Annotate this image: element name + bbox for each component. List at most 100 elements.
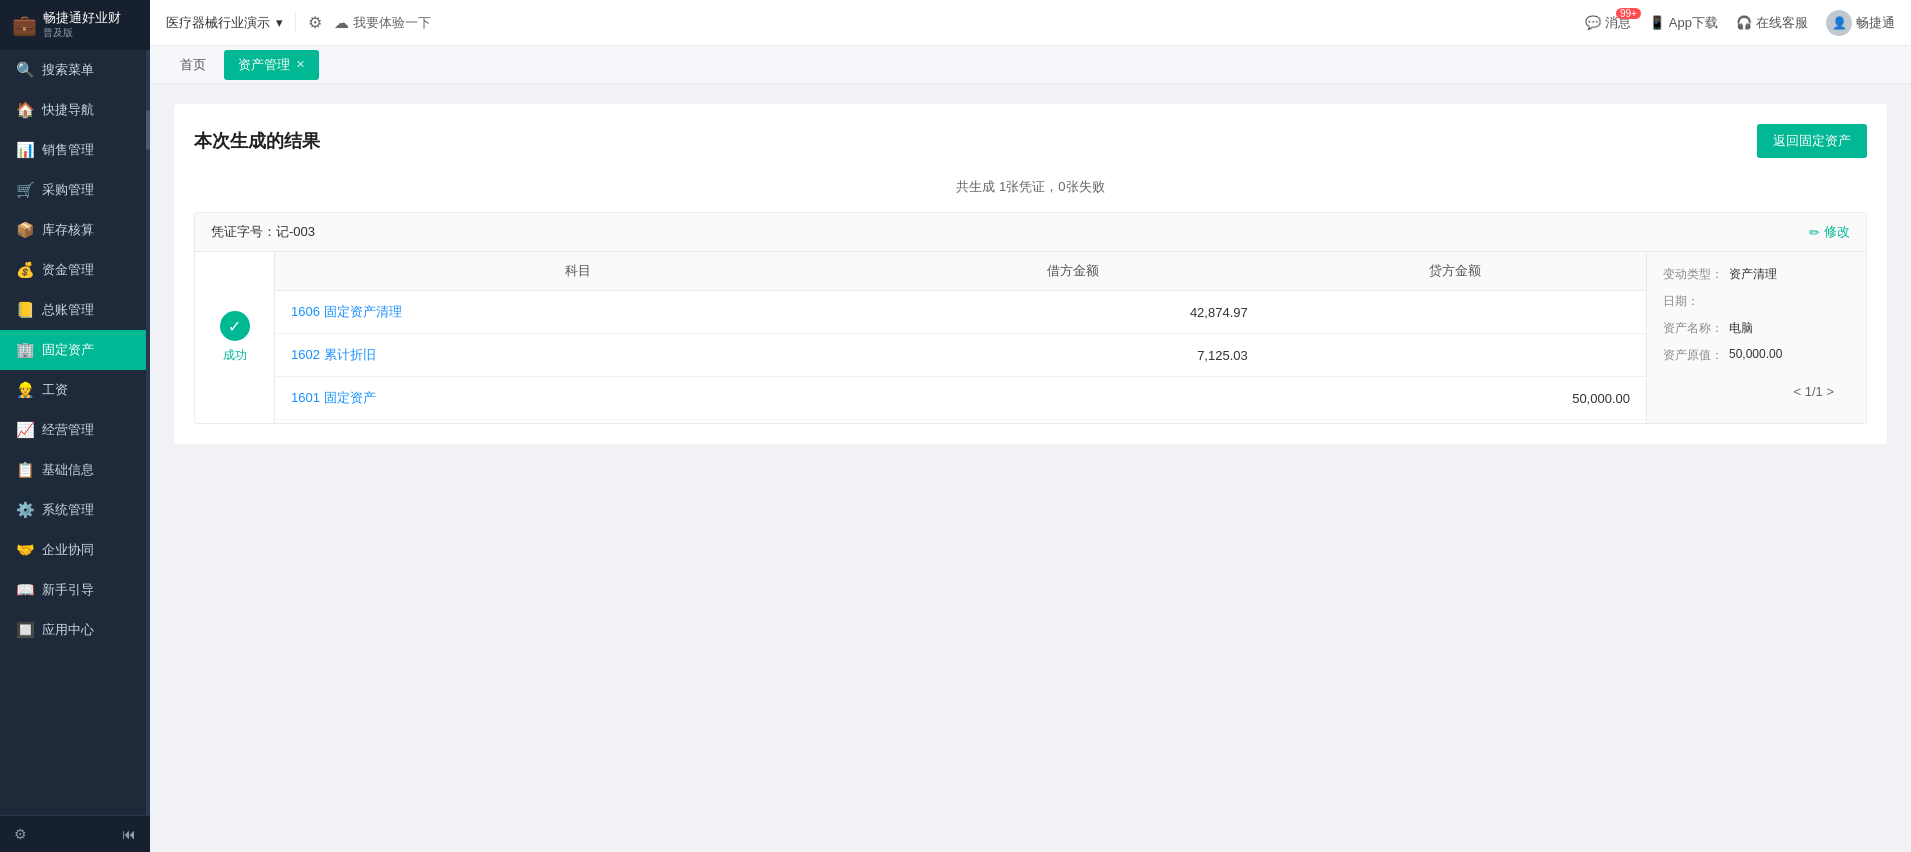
sidebar-item-purchase[interactable]: 🛒 采购管理 (0, 170, 146, 210)
edit-icon: ✏ (1809, 225, 1820, 240)
main-area: 医疗器械行业演示 ▾ ⚙ ☁ 我要体验一下 💬 消息 99+ 📱 App下载 🎧… (150, 0, 1911, 852)
table-row: 1602 累计折旧 7,125.03 (275, 334, 1646, 377)
ledger-icon: 📒 (16, 301, 34, 319)
page-title-row: 本次生成的结果 返回固定资产 (194, 124, 1867, 158)
voucher-section: 凭证字号：记-003 ✏ 修改 ✓ 成功 (194, 212, 1867, 424)
app-download-label: App下载 (1669, 14, 1718, 32)
asset-name-value: 电脑 (1729, 320, 1753, 337)
sidebar-item-label-quick-nav: 快捷导航 (42, 101, 94, 119)
next-page[interactable]: > (1826, 384, 1834, 399)
credit-cell (1264, 334, 1646, 377)
sidebar-scrollbar-track[interactable] (146, 50, 150, 815)
experience-button[interactable]: ☁ 我要体验一下 (334, 14, 431, 32)
table-row: 1601 固定资产 50,000.00 (275, 377, 1646, 420)
result-summary: 共生成 1张凭证，0张失败 (194, 178, 1867, 196)
info-asset-value: 资产原值： 50,000.00 (1663, 347, 1850, 364)
sidebar-scrollbar-thumb[interactable] (146, 110, 150, 150)
tab-close-icon[interactable]: ✕ (296, 58, 305, 71)
sidebar-item-label-system: 系统管理 (42, 501, 94, 519)
user-menu[interactable]: 👤 畅捷通 (1826, 10, 1895, 36)
return-button[interactable]: 返回固定资产 (1757, 124, 1867, 158)
sidebar-item-app-center[interactable]: 🔲 应用中心 (0, 610, 146, 650)
sidebar-item-operations[interactable]: 📈 经营管理 (0, 410, 146, 450)
col-credit: 贷方金额 (1264, 252, 1646, 291)
sidebar-nav: 🔍 搜索菜单 🏠 快捷导航 📊 销售管理 🛒 采购管理 📦 库存核算 💰 资金管… (0, 50, 146, 815)
message-icon: 💬 (1585, 15, 1601, 30)
sidebar-item-guide[interactable]: 📖 新手引导 (0, 570, 146, 610)
success-icon: ✓ (220, 311, 250, 341)
subject-cell[interactable]: 1601 固定资产 (275, 377, 881, 420)
messages-badge: 99+ (1616, 8, 1641, 19)
tabs-bar: 首页 资产管理 ✕ (150, 46, 1911, 84)
voucher-table: 科目 借方金额 贷方金额 1606 固定资产清理 42,874.97 1602 … (275, 252, 1646, 423)
sidebar-item-quick-nav[interactable]: 🏠 快捷导航 (0, 90, 146, 130)
messages-button[interactable]: 💬 消息 99+ (1585, 14, 1631, 32)
company-dropdown-icon: ▾ (276, 15, 283, 30)
sidebar-item-label-fixed-assets: 固定资产 (42, 341, 94, 359)
sidebar-item-ledger[interactable]: 📒 总账管理 (0, 290, 146, 330)
sidebar-item-payroll[interactable]: 👷 工资 (0, 370, 146, 410)
tab-asset-management[interactable]: 资产管理 ✕ (224, 50, 319, 80)
page-title: 本次生成的结果 (194, 129, 320, 153)
sidebar-item-cooperation[interactable]: 🤝 企业协同 (0, 530, 146, 570)
sidebar-item-system[interactable]: ⚙️ 系统管理 (0, 490, 146, 530)
sidebar-item-inventory[interactable]: 📦 库存核算 (0, 210, 146, 250)
sales-icon: 📊 (16, 141, 34, 159)
settings-gear-icon[interactable]: ⚙ (308, 13, 322, 32)
edit-button[interactable]: ✏ 修改 (1809, 223, 1850, 241)
col-subject: 科目 (275, 252, 881, 291)
sidebar-item-fixed-assets[interactable]: 🏢 固定资产 (0, 330, 146, 370)
subject-cell[interactable]: 1606 固定资产清理 (275, 291, 881, 334)
topbar-divider (295, 13, 296, 33)
sidebar-item-label-purchase: 采购管理 (42, 181, 94, 199)
info-change-type: 变动类型： 资产清理 (1663, 266, 1850, 283)
credit-cell: 50,000.00 (1264, 377, 1646, 420)
sidebar-item-label-ledger: 总账管理 (42, 301, 94, 319)
sidebar-item-sales[interactable]: 📊 销售管理 (0, 130, 146, 170)
sidebar-item-label-guide: 新手引导 (42, 581, 94, 599)
company-selector[interactable]: 医疗器械行业演示 ▾ (166, 14, 283, 32)
service-button[interactable]: 🎧 在线客服 (1736, 14, 1808, 32)
search-icon: 🔍 (16, 61, 34, 79)
company-name: 医疗器械行业演示 (166, 14, 270, 32)
asset-name-label: 资产名称： (1663, 320, 1723, 337)
sidebar: 💼 畅捷通好业财 普及版 🔍 搜索菜单 🏠 快捷导航 📊 销售管理 🛒 采购管理… (0, 0, 150, 852)
change-type-value: 资产清理 (1729, 266, 1777, 283)
sidebar-item-search[interactable]: 🔍 搜索菜单 (0, 50, 146, 90)
cooperation-icon: 🤝 (16, 541, 34, 559)
sidebar-item-label-payroll: 工资 (42, 381, 68, 399)
tab-home[interactable]: 首页 (166, 50, 220, 80)
app-download-button[interactable]: 📱 App下载 (1649, 14, 1718, 32)
voucher-header: 凭证字号：记-003 ✏ 修改 (195, 213, 1866, 252)
operations-icon: 📈 (16, 421, 34, 439)
settings-icon[interactable]: ⚙ (14, 826, 27, 842)
quick-nav-icon: 🏠 (16, 101, 34, 119)
sidebar-item-label-basic-info: 基础信息 (42, 461, 94, 479)
payroll-icon: 👷 (16, 381, 34, 399)
home-tab-label: 首页 (180, 56, 206, 74)
sidebar-item-label-inventory: 库存核算 (42, 221, 94, 239)
user-name: 畅捷通 (1856, 14, 1895, 32)
sidebar-item-label-operations: 经营管理 (42, 421, 94, 439)
sidebar-item-basic-info[interactable]: 📋 基础信息 (0, 450, 146, 490)
credit-cell (1264, 291, 1646, 334)
topbar-right: 💬 消息 99+ 📱 App下载 🎧 在线客服 👤 畅捷通 (1585, 10, 1895, 36)
voucher-body: ✓ 成功 科目 借方金额 贷方金额 (195, 252, 1866, 423)
edit-label: 修改 (1824, 223, 1850, 241)
debit-cell: 7,125.03 (881, 334, 1263, 377)
voucher-code: 凭证字号：记-003 (211, 223, 315, 241)
sidebar-item-funds[interactable]: 💰 资金管理 (0, 250, 146, 290)
guide-icon: 📖 (16, 581, 34, 599)
experience-label: 我要体验一下 (353, 14, 431, 32)
date-label: 日期： (1663, 293, 1699, 310)
subject-cell[interactable]: 1602 累计折旧 (275, 334, 881, 377)
sidebar-item-label-sales: 销售管理 (42, 141, 94, 159)
funds-icon: 💰 (16, 261, 34, 279)
change-type-label: 变动类型： (1663, 266, 1723, 283)
info-asset-name: 资产名称： 电脑 (1663, 320, 1850, 337)
prev-page[interactable]: < (1794, 384, 1802, 399)
sidebar-item-label-funds: 资金管理 (42, 261, 94, 279)
system-icon: ⚙️ (16, 501, 34, 519)
collapse-icon[interactable]: ⏮ (122, 826, 136, 842)
page-indicator: 1/1 (1805, 384, 1827, 399)
